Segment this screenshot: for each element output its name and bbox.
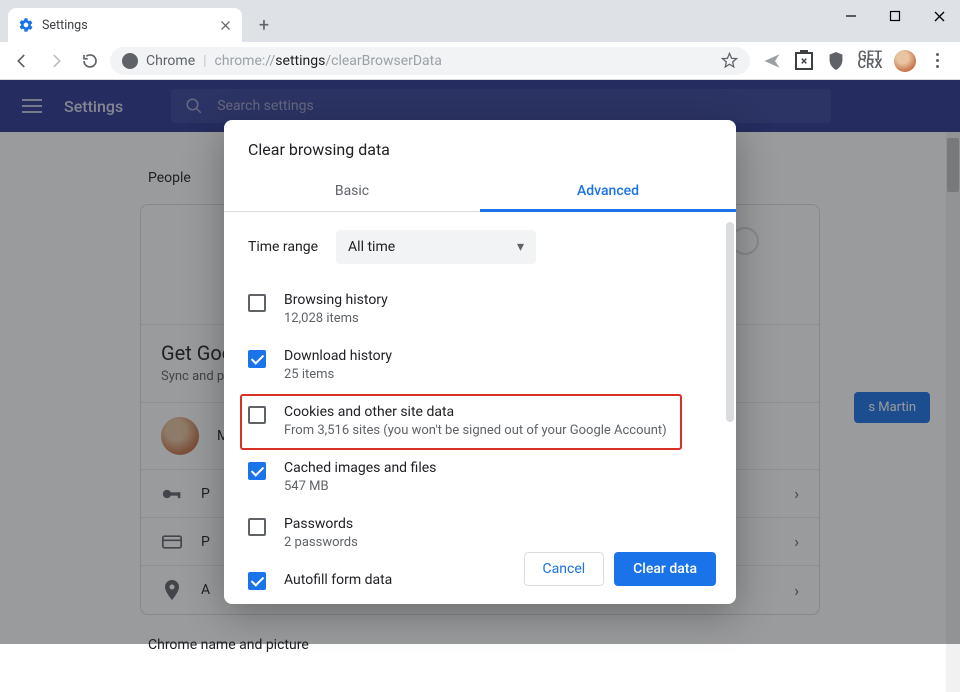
checkbox[interactable]	[248, 462, 266, 480]
tab-title: Settings	[42, 18, 88, 33]
time-range-row: Time range All time ▾	[248, 230, 712, 264]
option-title: Passwords	[284, 516, 358, 532]
chevron-down-icon: ▾	[517, 239, 524, 255]
checkbox[interactable]	[248, 572, 266, 590]
option-subtitle: From 3,516 sites (you won't be signed ou…	[284, 423, 667, 438]
shield-icon[interactable]	[826, 51, 846, 71]
clear-browsing-data-dialog: Clear browsing data Basic Advanced Time …	[224, 120, 736, 604]
option-download-history[interactable]: Download history 25 items	[248, 338, 712, 394]
checkbox[interactable]	[248, 350, 266, 368]
option-browsing-history[interactable]: Browsing history 12,028 items	[248, 282, 712, 338]
option-cookies[interactable]: Cookies and other site data From 3,516 s…	[240, 394, 682, 450]
extension-box-icon[interactable]	[794, 51, 814, 71]
window-controls	[836, 4, 954, 28]
dialog-scrollbar[interactable]	[726, 222, 734, 422]
new-tab-button[interactable]: +	[250, 11, 278, 39]
option-autofill[interactable]: Autofill form data	[248, 562, 712, 590]
minimize-button[interactable]	[836, 4, 866, 28]
option-title: Download history	[284, 348, 392, 364]
close-window-button[interactable]	[924, 4, 954, 28]
time-range-select[interactable]: All time ▾	[336, 230, 536, 264]
option-subtitle: 547 MB	[284, 479, 436, 494]
checkbox[interactable]	[248, 406, 266, 424]
back-button[interactable]	[8, 47, 36, 75]
browser-menu-button[interactable]	[928, 53, 946, 68]
url-emph: settings	[275, 53, 325, 69]
option-cached-images[interactable]: Cached images and files 547 MB	[248, 450, 712, 506]
checkbox[interactable]	[248, 294, 266, 312]
dialog-body: Time range All time ▾ Browsing history 1…	[224, 212, 736, 536]
tab-basic[interactable]: Basic	[224, 173, 480, 211]
option-subtitle: 2 passwords	[284, 535, 358, 550]
option-subtitle: 12,028 items	[284, 311, 388, 326]
option-subtitle: 25 items	[284, 367, 392, 382]
dialog-title: Clear browsing data	[224, 120, 736, 173]
browser-toolbar: Chrome | chrome://settings/clearBrowserD…	[0, 42, 960, 80]
time-range-value: All time	[348, 239, 395, 255]
omnibox-app: Chrome	[146, 53, 195, 69]
tab-advanced[interactable]: Advanced	[480, 173, 736, 211]
gear-icon	[18, 17, 34, 33]
time-range-label: Time range	[248, 239, 318, 255]
maximize-button[interactable]	[880, 4, 910, 28]
url-prefix: chrome://	[215, 53, 276, 69]
browser-tab[interactable]: Settings	[8, 8, 242, 42]
url-suffix: /clearBrowserData	[325, 53, 442, 69]
option-passwords[interactable]: Passwords 2 passwords	[248, 506, 712, 562]
bookmark-star-icon[interactable]	[721, 52, 738, 69]
profile-avatar[interactable]	[894, 50, 916, 72]
dialog-tabs: Basic Advanced	[224, 173, 736, 212]
option-title: Cached images and files	[284, 460, 436, 476]
extension-icons: GET CRX	[756, 50, 952, 72]
omnibox-separator: |	[203, 53, 206, 69]
option-title: Browsing history	[284, 292, 388, 308]
chrome-icon	[122, 53, 138, 69]
checkbox[interactable]	[248, 518, 266, 536]
getcrx-extension[interactable]: GET CRX	[858, 51, 882, 71]
close-tab-icon[interactable]	[218, 18, 232, 32]
option-title: Autofill form data	[284, 572, 392, 588]
reload-button[interactable]	[76, 47, 104, 75]
option-title: Cookies and other site data	[284, 404, 667, 420]
forward-button[interactable]	[42, 47, 70, 75]
send-icon[interactable]	[762, 51, 782, 71]
browser-titlebar: Settings +	[0, 0, 960, 42]
address-bar[interactable]: Chrome | chrome://settings/clearBrowserD…	[110, 47, 750, 75]
